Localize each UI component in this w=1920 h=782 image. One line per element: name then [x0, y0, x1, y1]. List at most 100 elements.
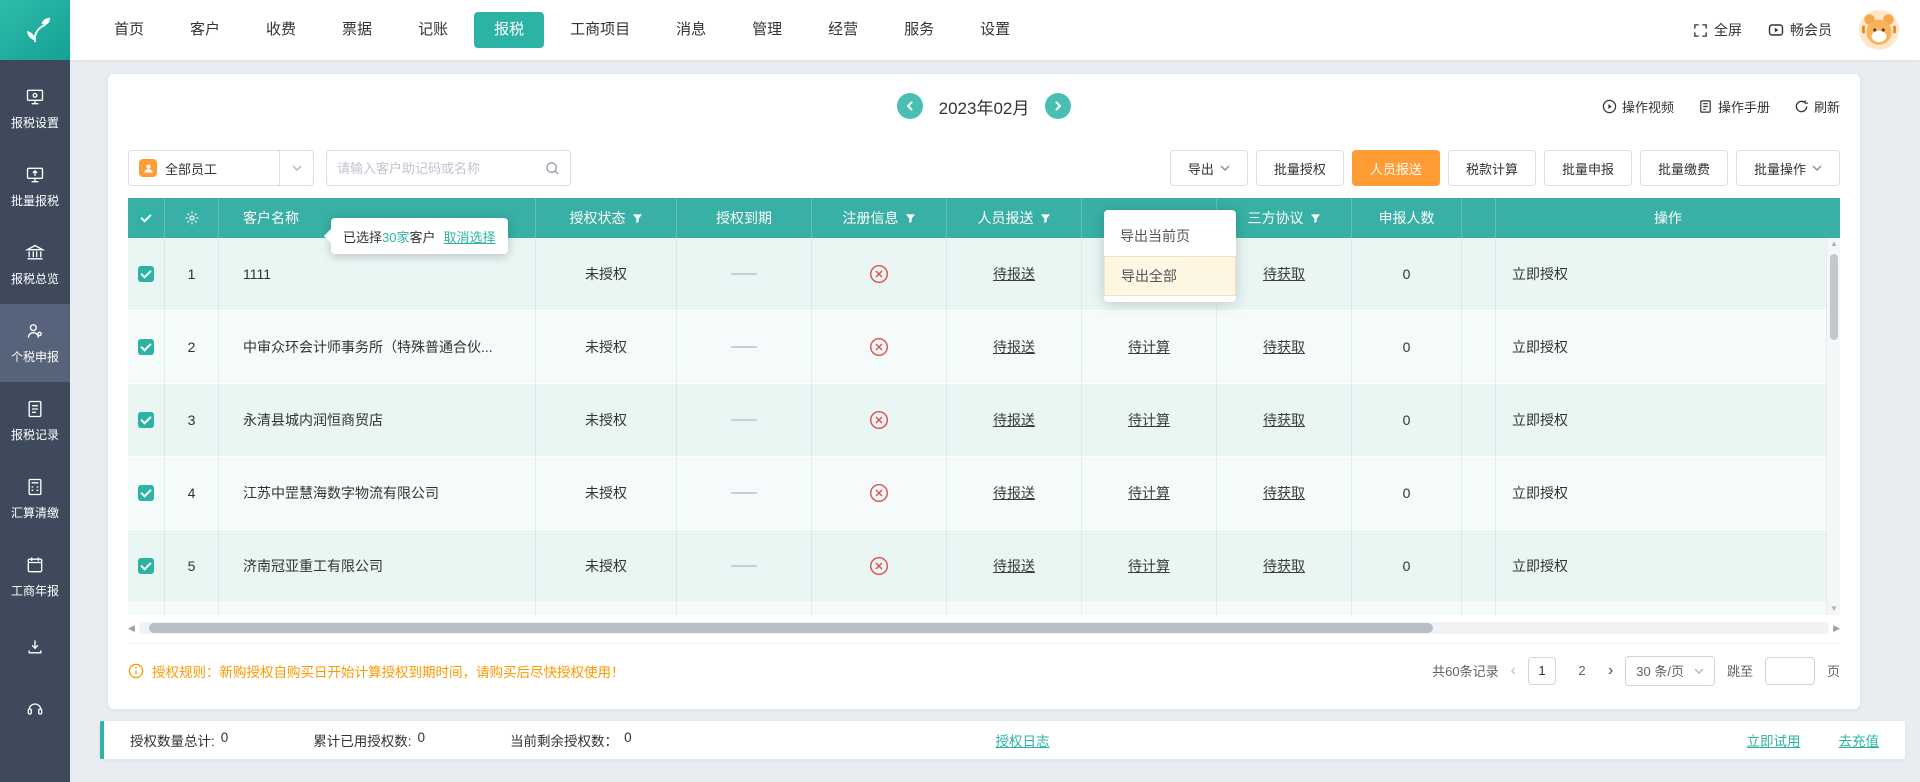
nav-item-operations[interactable]: 经营 — [808, 12, 878, 48]
authorization-log-link[interactable]: 授权日志 — [996, 730, 1050, 750]
employee-filter-select[interactable]: 全部员工 — [128, 150, 314, 186]
nav-item-bookkeeping[interactable]: 记账 — [398, 12, 468, 48]
nav-item-business-projects[interactable]: 工商项目 — [550, 12, 650, 48]
nav-item-management[interactable]: 管理 — [732, 12, 802, 48]
nav-item-billing[interactable]: 收费 — [246, 12, 316, 48]
filter-icon[interactable] — [905, 213, 916, 224]
personnel-submit-button[interactable]: 人员报送 — [1351, 150, 1440, 186]
nav-item-settings[interactable]: 设置 — [960, 12, 1030, 48]
sidebar-item-final-settlement[interactable]: 汇算清缴 — [0, 460, 70, 538]
row-checkbox[interactable] — [138, 266, 154, 282]
nav-item-services[interactable]: 服务 — [884, 12, 954, 48]
sidebar-item-annual-report[interactable]: 工商年报 — [0, 538, 70, 616]
member-button[interactable]: 畅会员 — [1768, 20, 1832, 40]
page-size-select[interactable]: 30 条/页 — [1625, 655, 1715, 686]
batch-pay-button[interactable]: 批量缴费 — [1639, 150, 1728, 186]
gear-icon[interactable] — [184, 210, 200, 226]
authorize-now-link[interactable]: 立即授权 — [1512, 337, 1568, 357]
next-month-button[interactable] — [1045, 93, 1072, 119]
nav-item-messages[interactable]: 消息 — [656, 12, 726, 48]
nav-item-tax-filing[interactable]: 报税 — [474, 12, 545, 48]
row-checkbox[interactable] — [138, 485, 154, 501]
error-circle-icon[interactable] — [869, 264, 889, 284]
row-checkbox[interactable] — [138, 412, 154, 428]
row-checkbox[interactable] — [138, 558, 154, 574]
header-registration-info[interactable]: 注册信息 — [812, 198, 947, 238]
personnel-status-link[interactable]: 待报送 — [993, 556, 1035, 576]
horizontal-scrollbar[interactable]: ◀ ▶ — [128, 621, 1840, 635]
error-circle-icon[interactable] — [869, 556, 889, 576]
header-personnel-submit[interactable]: 人员报送 — [947, 198, 1082, 238]
fullscreen-button[interactable]: 全屏 — [1693, 20, 1742, 40]
app-logo[interactable] — [0, 0, 70, 60]
nav-item-customers[interactable]: 客户 — [170, 12, 240, 48]
personnel-status-link[interactable]: 待报送 — [993, 337, 1035, 357]
jump-page-input[interactable] — [1764, 656, 1815, 685]
customer-search-input[interactable] — [337, 160, 537, 176]
agreement-status-link[interactable]: 待获取 — [1263, 483, 1305, 503]
header-auth-status[interactable]: 授权状态 — [536, 198, 677, 238]
prev-month-button[interactable] — [896, 93, 923, 119]
filter-icon[interactable] — [1040, 213, 1051, 224]
tax-calc-button[interactable]: 税款计算 — [1447, 150, 1536, 186]
nav-item-invoices[interactable]: 票据 — [322, 12, 392, 48]
authorize-now-link[interactable]: 立即授权 — [1512, 410, 1568, 430]
batch-authorize-button[interactable]: 批量授权 — [1255, 150, 1344, 186]
mascot-avatar[interactable] — [1858, 9, 1900, 51]
filter-icon[interactable] — [1310, 213, 1321, 224]
authorize-now-link[interactable]: 立即授权 — [1512, 483, 1568, 503]
batch-declare-button[interactable]: 批量申报 — [1543, 150, 1632, 186]
search-icon[interactable] — [545, 161, 560, 176]
refresh-link[interactable]: 刷新 — [1794, 97, 1840, 116]
export-all-item[interactable]: 导出全部 — [1104, 256, 1236, 296]
sidebar-item-personal-tax[interactable]: 个税申报 — [0, 304, 70, 382]
personnel-status-link[interactable]: 待报送 — [993, 264, 1035, 284]
error-circle-icon[interactable] — [869, 337, 889, 357]
personnel-status-link[interactable]: 待报送 — [993, 483, 1035, 503]
calc-status-link[interactable]: 待计算 — [1128, 410, 1170, 430]
calc-status-link[interactable]: 待计算 — [1128, 556, 1170, 576]
export-button[interactable]: 导出 — [1169, 150, 1248, 186]
horizontal-scroll-thumb[interactable] — [148, 623, 1434, 633]
trial-link[interactable]: 立即试用 — [1747, 730, 1801, 750]
sidebar-item-tax-overview[interactable]: 报税总览 — [0, 226, 70, 304]
agreement-status-link[interactable]: 待获取 — [1263, 337, 1305, 357]
personnel-status-link[interactable]: 待报送 — [993, 410, 1035, 430]
scroll-up-icon[interactable]: ▲ — [1827, 238, 1841, 250]
cancel-selection-link[interactable]: 取消选择 — [444, 227, 496, 246]
page-1-button[interactable]: 1 — [1527, 656, 1556, 685]
prev-page-icon[interactable]: ‹ — [1511, 662, 1516, 680]
agreement-status-link[interactable]: 待获取 — [1263, 556, 1305, 576]
scroll-right-icon[interactable]: ▶ — [1833, 621, 1840, 635]
recharge-link[interactable]: 去充值 — [1839, 730, 1880, 750]
filter-icon[interactable] — [632, 213, 643, 224]
vertical-scroll-thumb[interactable] — [1830, 254, 1838, 340]
page-2-button[interactable]: 2 — [1568, 657, 1596, 685]
scroll-left-icon[interactable]: ◀ — [128, 621, 135, 635]
error-circle-icon[interactable] — [869, 410, 889, 430]
video-tutorial-link[interactable]: 操作视频 — [1602, 97, 1674, 116]
agreement-status-link[interactable]: 待获取 — [1263, 264, 1305, 284]
authorize-now-link[interactable]: 立即授权 — [1512, 264, 1568, 284]
row-checkbox[interactable] — [138, 339, 154, 355]
sidebar-item-tax-settings[interactable]: 报税设置 — [0, 70, 70, 148]
sidebar-item-download[interactable] — [0, 616, 70, 678]
horizontal-scroll-track[interactable] — [138, 622, 1830, 634]
sidebar-item-batch-tax[interactable]: 批量报税 — [0, 148, 70, 226]
calc-status-link[interactable]: 待计算 — [1128, 483, 1170, 503]
batch-actions-button[interactable]: 批量操作 — [1735, 150, 1840, 186]
sidebar-item-support[interactable] — [0, 678, 70, 740]
next-page-icon[interactable]: › — [1608, 662, 1613, 680]
error-circle-icon[interactable] — [869, 483, 889, 503]
agreement-status-link[interactable]: 待获取 — [1263, 410, 1305, 430]
calc-status-link[interactable]: 待计算 — [1128, 337, 1170, 357]
vertical-scrollbar[interactable]: ▲ ▼ — [1826, 238, 1840, 615]
nav-item-home[interactable]: 首页 — [94, 12, 164, 48]
scroll-down-icon[interactable]: ▼ — [1827, 603, 1841, 615]
employee-filter-caret[interactable] — [279, 151, 313, 185]
authorize-now-link[interactable]: 立即授权 — [1512, 556, 1568, 576]
select-all-checkbox[interactable] — [138, 210, 154, 226]
manual-link[interactable]: 操作手册 — [1698, 97, 1770, 116]
sidebar-item-tax-records[interactable]: 报税记录 — [0, 382, 70, 460]
header-tripartite-agreement[interactable]: 三方协议 — [1217, 198, 1352, 238]
